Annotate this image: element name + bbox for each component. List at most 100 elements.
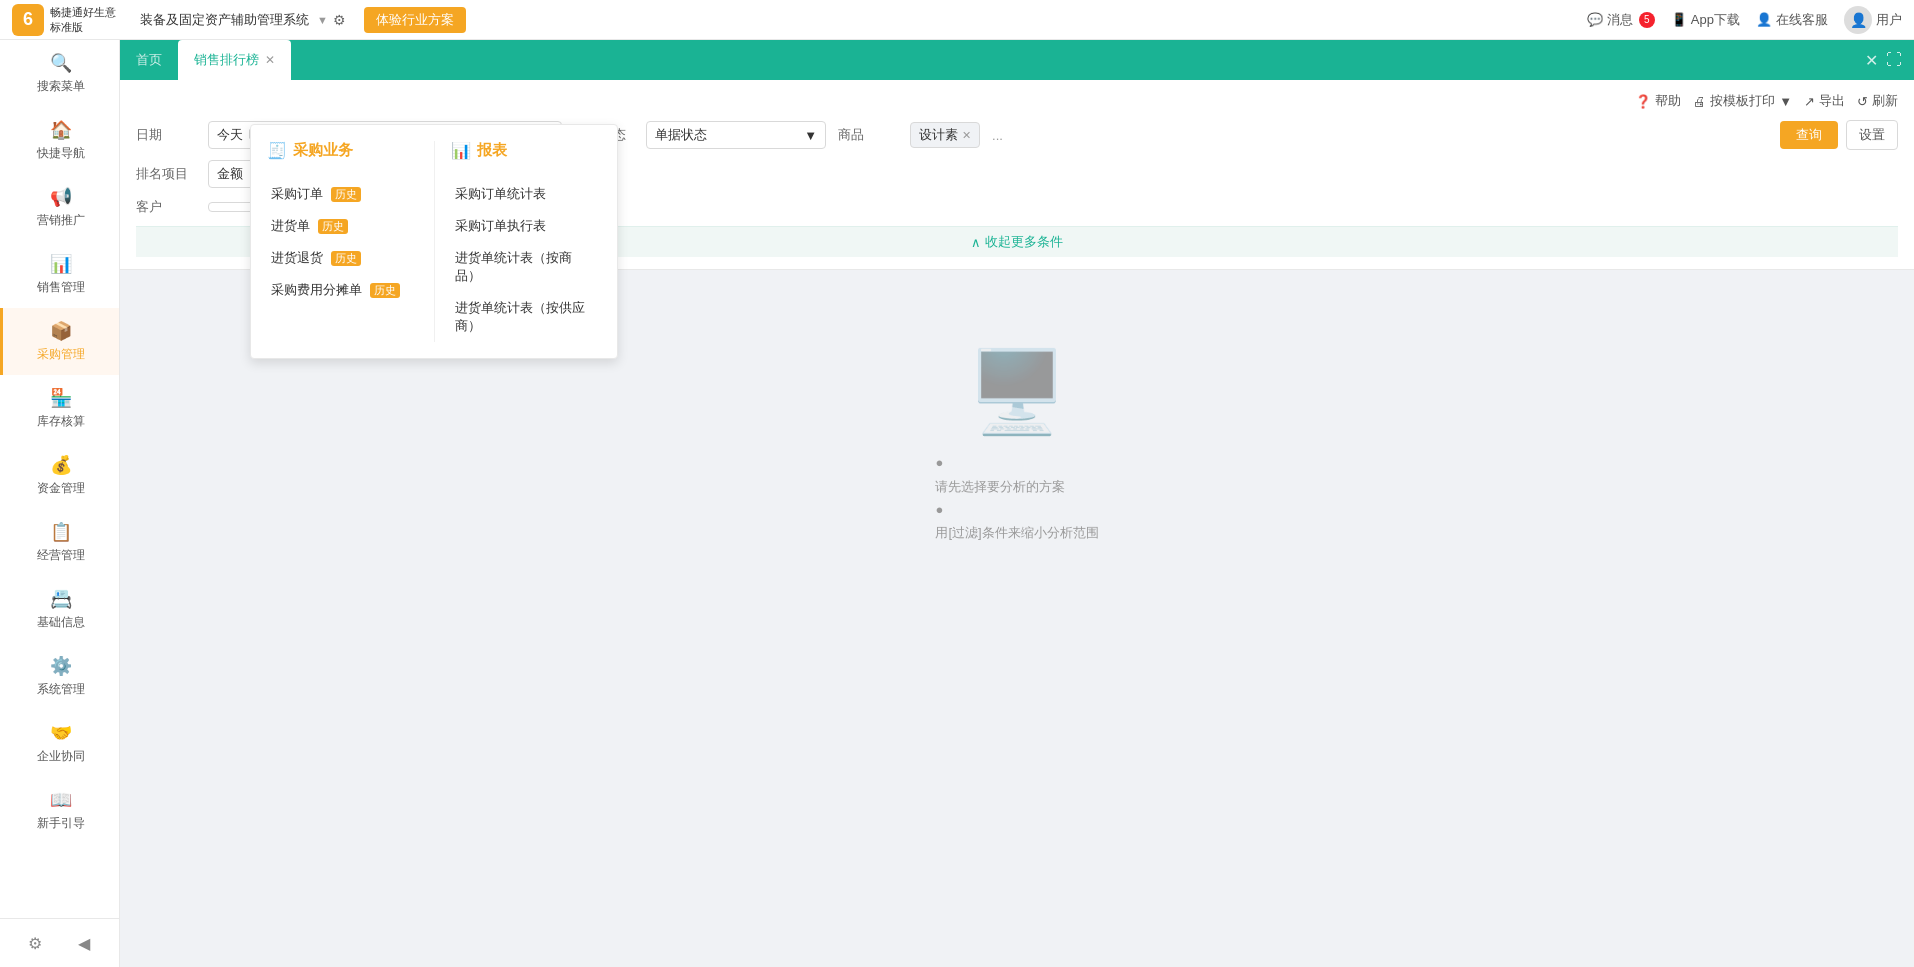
dropdown-item-order-exec[interactable]: 采购订单执行表	[451, 210, 602, 242]
sidebar-item-quicknav[interactable]: 🏠 快捷导航	[0, 107, 119, 174]
dropdown-item-purchase-order[interactable]: 采购订单 历史	[267, 178, 418, 210]
cooperation-icon: 🤝	[50, 722, 72, 744]
dropdown-purchase-col: 🧾 采购业务 采购订单 历史 进货单 历史 进货退货 历史 采购费用分摊单	[251, 141, 434, 342]
tab-home[interactable]: 首页	[120, 40, 178, 80]
purchase-order-history-badge: 历史	[331, 187, 361, 202]
tab-sales-rank-label: 销售排行榜	[194, 51, 259, 69]
sidebar-item-purchase[interactable]: 📦 采购管理	[0, 308, 119, 375]
logo-area: 6 畅捷通好生意 标准版	[12, 4, 132, 36]
report-col-title: 📊 报表	[451, 141, 602, 166]
goods-more-dots[interactable]: ...	[992, 128, 1003, 143]
main-content: 首页 销售排行榜 ✕ ✕ ⛶ ❓ 帮助	[120, 40, 1914, 967]
expense-label: 采购费用分摊单	[271, 281, 362, 299]
basicinfo-icon: 📇	[50, 588, 72, 610]
window-expand-icon[interactable]: ⛶	[1886, 51, 1902, 69]
user-area[interactable]: 👤 用户	[1844, 6, 1902, 34]
arrival-label: 进货单	[271, 217, 310, 235]
title-arrow-icon[interactable]: ▼	[317, 14, 328, 26]
goods-tag-close[interactable]: ✕	[962, 129, 971, 142]
sidebar-item-search[interactable]: 🔍 搜索菜单	[0, 40, 119, 107]
expense-history-badge: 历史	[370, 283, 400, 298]
tab-sales-rank[interactable]: 销售排行榜 ✕	[178, 40, 291, 80]
arrival-supplier-label: 进货单统计表（按供应商）	[455, 299, 598, 335]
sidebar-label-quicknav: 快捷导航	[37, 145, 85, 162]
sidebar-item-capital[interactable]: 💰 资金管理	[0, 442, 119, 509]
settings-icon[interactable]: ⚙	[328, 8, 352, 32]
sidebar-label-sales: 销售管理	[37, 279, 85, 296]
purchase-col-title: 🧾 采购业务	[267, 141, 418, 166]
refresh-icon: ↺	[1857, 94, 1868, 109]
print-arrow-icon[interactable]: ▼	[1779, 94, 1792, 109]
tab-bar: 首页 销售排行榜 ✕ ✕ ⛶	[120, 40, 1914, 80]
export-btn[interactable]: ↗ 导出	[1804, 92, 1845, 110]
sidebar-label-system: 系统管理	[37, 681, 85, 698]
customer-label: 客户	[136, 198, 196, 216]
sidebar-item-inventory[interactable]: 🏪 库存核算	[0, 375, 119, 442]
message-btn[interactable]: 💬 消息 5	[1587, 11, 1655, 29]
arrival-goods-label: 进货单统计表（按商品）	[455, 249, 598, 285]
doc-status-select[interactable]: 单据状态 ▼	[646, 121, 826, 149]
collapse-arrow-icon: ∧	[971, 235, 981, 250]
app-download-btn[interactable]: 📱 App下载	[1671, 11, 1740, 29]
chevron-down-icon: ▼	[804, 128, 817, 143]
sidebar-item-guide[interactable]: 📖 新手引导	[0, 777, 119, 844]
window-close-icon[interactable]: ✕	[1865, 51, 1878, 70]
tab-close-icon[interactable]: ✕	[265, 53, 275, 67]
capital-icon: 💰	[50, 454, 72, 476]
sidebar-item-sales[interactable]: 📊 销售管理	[0, 241, 119, 308]
sidebar-item-cooperation[interactable]: 🤝 企业协同	[0, 710, 119, 777]
online-service-btn[interactable]: 👤 在线客服	[1756, 11, 1828, 29]
sidebar-item-operations[interactable]: 📋 经营管理	[0, 509, 119, 576]
layout: 🔍 搜索菜单 🏠 快捷导航 📢 营销推广 📊 销售管理 📦 采购管理 🏪 库存核…	[0, 40, 1914, 967]
dropdown-report-col: 📊 报表 采购订单统计表 采购订单执行表 进货单统计表（按商品） 进货单统计表（…	[434, 141, 618, 342]
settings-btn[interactable]: 设置	[1846, 120, 1898, 150]
purchase-col-icon: 🧾	[267, 141, 287, 160]
tab-bar-right: ✕ ⛶	[1865, 51, 1914, 70]
filter-actions: 查询 设置	[1780, 120, 1898, 150]
collapse-label: 收起更多条件	[985, 233, 1063, 251]
query-btn[interactable]: 查询	[1780, 121, 1838, 149]
goods-label: 商品	[838, 126, 898, 144]
help-btn[interactable]: ❓ 帮助	[1635, 92, 1681, 110]
message-icon: 💬	[1587, 12, 1603, 27]
home-icon: 🏠	[50, 119, 72, 141]
sidebar-bottom: ⚙ ◀	[0, 918, 119, 967]
dropdown-item-order-stats[interactable]: 采购订单统计表	[451, 178, 602, 210]
purchase-dropdown-menu: 🧾 采购业务 采购订单 历史 进货单 历史 进货退货 历史 采购费用分摊单	[250, 124, 618, 359]
arrival-history-badge: 历史	[318, 219, 348, 234]
goods-tag[interactable]: 设计素 ✕	[910, 122, 980, 148]
tab-home-label: 首页	[136, 51, 162, 69]
sidebar-label-guide: 新手引导	[37, 815, 85, 832]
inventory-icon: 🏪	[50, 387, 72, 409]
sidebar-collapse-btn[interactable]: ◀	[70, 929, 98, 957]
sidebar-item-basicinfo[interactable]: 📇 基础信息	[0, 576, 119, 643]
sidebar-label-operations: 经营管理	[37, 547, 85, 564]
top-bar: 6 畅捷通好生意 标准版 装备及固定资产辅助管理系统 ▼ ⚙ 体验行业方案 💬 …	[0, 0, 1914, 40]
sidebar-label-capital: 资金管理	[37, 480, 85, 497]
message-badge: 5	[1639, 12, 1655, 28]
search-icon: 🔍	[50, 52, 72, 74]
help-icon: ❓	[1635, 94, 1651, 109]
sidebar-label-search: 搜索菜单	[37, 78, 85, 95]
return-label: 进货退货	[271, 249, 323, 267]
dropdown-item-return[interactable]: 进货退货 历史	[267, 242, 418, 274]
sidebar-label-cooperation: 企业协同	[37, 748, 85, 765]
dropdown-item-arrival-supplier[interactable]: 进货单统计表（按供应商）	[451, 292, 602, 342]
refresh-btn[interactable]: ↺ 刷新	[1857, 92, 1898, 110]
sidebar-settings-btn[interactable]: ⚙	[21, 929, 49, 957]
dropdown-item-expense[interactable]: 采购费用分摊单 历史	[267, 274, 418, 306]
empty-state-text: ● 请先选择要分析的方案 ● 用[过滤]条件来缩小分析范围	[935, 451, 1098, 545]
order-exec-label: 采购订单执行表	[455, 217, 546, 235]
dropdown-item-arrival-goods[interactable]: 进货单统计表（按商品）	[451, 242, 602, 292]
date-label: 日期	[136, 126, 196, 144]
industry-btn[interactable]: 体验行业方案	[364, 7, 466, 33]
order-stats-label: 采购订单统计表	[455, 185, 546, 203]
print-btn[interactable]: 🖨 按模板打印 ▼	[1693, 92, 1792, 110]
system-icon: ⚙️	[50, 655, 72, 677]
sidebar-item-marketing[interactable]: 📢 营销推广	[0, 174, 119, 241]
operations-icon: 📋	[50, 521, 72, 543]
dropdown-item-arrival[interactable]: 进货单 历史	[267, 210, 418, 242]
sidebar-label-marketing: 营销推广	[37, 212, 85, 229]
sidebar-item-system[interactable]: ⚙️ 系统管理	[0, 643, 119, 710]
date-quick-today[interactable]: 今天	[217, 126, 243, 144]
